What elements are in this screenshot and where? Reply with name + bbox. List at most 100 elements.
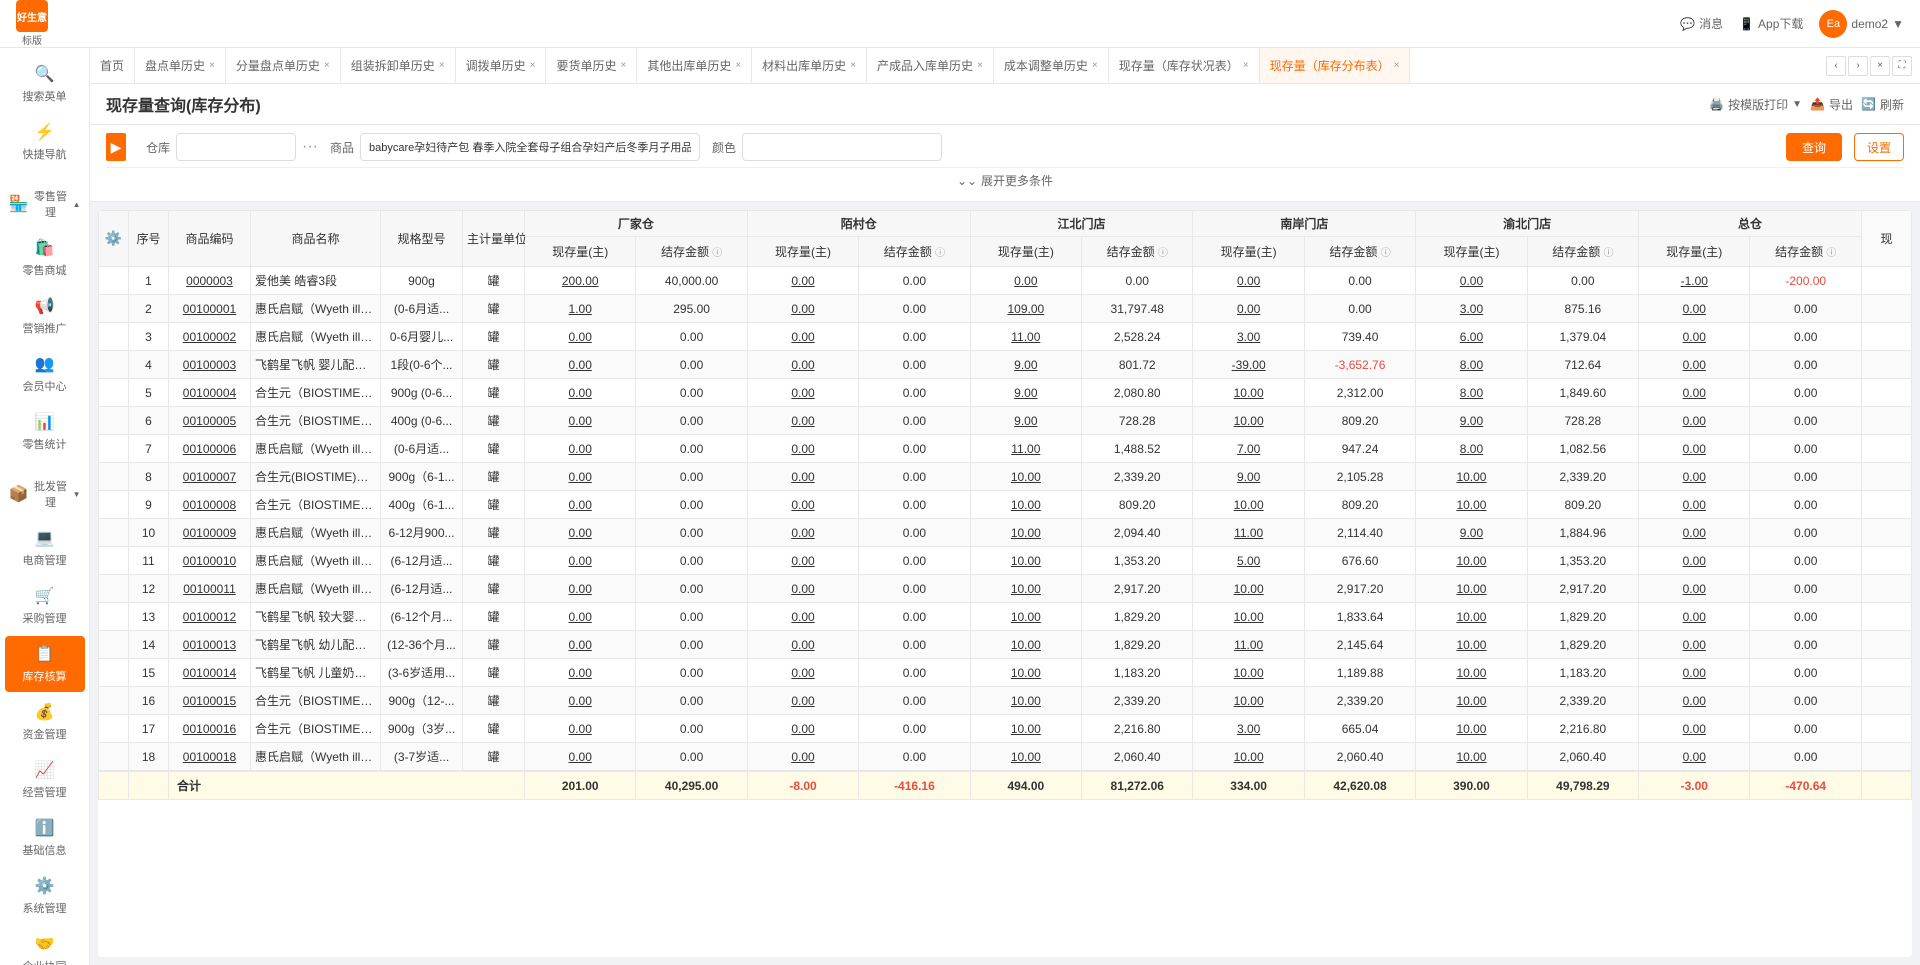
factory-amt-info[interactable]: ⓘ bbox=[712, 248, 722, 259]
tab-product-in[interactable]: 产成品入库单历史 × bbox=[867, 48, 994, 84]
expand-collapse-btn[interactable]: ▶ bbox=[106, 133, 126, 161]
refresh-btn[interactable]: 🔄 刷新 bbox=[1861, 96, 1904, 113]
code-link[interactable]: 00100012 bbox=[183, 610, 236, 624]
close-tab-stock-dist[interactable]: × bbox=[1394, 60, 1400, 71]
code-link[interactable]: 00100014 bbox=[183, 666, 236, 680]
code-link[interactable]: 00100018 bbox=[183, 750, 236, 764]
settings-button[interactable]: 设置 bbox=[1854, 133, 1904, 161]
tab-portion-count[interactable]: 分量盘点单历史 × bbox=[226, 48, 341, 84]
close-tab-cost-adjust[interactable]: × bbox=[1092, 60, 1098, 71]
tab-assembly[interactable]: 组装拆卸单历史 × bbox=[341, 48, 456, 84]
code-link[interactable]: 00100003 bbox=[183, 358, 236, 372]
code-link[interactable]: 00100016 bbox=[183, 722, 236, 736]
row-yubei-amt: 728.28 bbox=[1527, 407, 1638, 435]
row-gear bbox=[99, 687, 129, 715]
tab-prev-btn[interactable]: ‹ bbox=[1826, 56, 1846, 76]
sidebar-item-retail-stat[interactable]: 📊 零售统计 bbox=[5, 404, 85, 460]
row-jiangbei-amt: 1,829.20 bbox=[1082, 603, 1193, 631]
code-link[interactable]: 00100001 bbox=[183, 302, 236, 316]
row-name: 合生元（BIOSTIME）... bbox=[251, 379, 381, 407]
sidebar-item-retail-mall[interactable]: 🛍️ 零售商城 bbox=[5, 230, 85, 286]
tab-fullscreen-btn[interactable]: ⛶ bbox=[1892, 56, 1912, 76]
close-tab-inventory-count[interactable]: × bbox=[209, 60, 215, 71]
sidebar-item-basic[interactable]: ℹ️ 基础信息 bbox=[5, 810, 85, 866]
yubei-amt-info[interactable]: ⓘ bbox=[1604, 248, 1614, 259]
sidebar-item-marketing[interactable]: 📢 营销推广 bbox=[5, 288, 85, 344]
tab-order[interactable]: 要货单历史 × bbox=[546, 48, 637, 84]
tab-cost-adjust[interactable]: 成本调整单历史 × bbox=[994, 48, 1109, 84]
code-link[interactable]: 00100013 bbox=[183, 638, 236, 652]
row-name: 合生元（BIOSTIME）... bbox=[251, 491, 381, 519]
export-btn[interactable]: 📤 导出 bbox=[1810, 96, 1853, 113]
query-button[interactable]: 查询 bbox=[1786, 133, 1842, 161]
row-mocun-qty: 0.00 bbox=[747, 743, 858, 772]
code-link[interactable]: 00100010 bbox=[183, 554, 236, 568]
row-factory-qty: 0.00 bbox=[525, 547, 636, 575]
tab-close-all-btn[interactable]: × bbox=[1870, 56, 1890, 76]
row-factory-qty: 0.00 bbox=[525, 575, 636, 603]
row-jiangbei-qty: 10.00 bbox=[970, 631, 1081, 659]
sidebar-retail-mgmt-label: 零售管理 bbox=[30, 188, 70, 220]
row-code: 00100007 bbox=[169, 463, 251, 491]
sidebar-item-operation[interactable]: 📈 经营管理 bbox=[5, 752, 85, 808]
sidebar-item-collab[interactable]: 🤝 企业协同 bbox=[5, 926, 85, 965]
close-tab-portion-count[interactable]: × bbox=[324, 60, 330, 71]
close-tab-material-out[interactable]: × bbox=[850, 60, 856, 71]
tab-inventory-count[interactable]: 盘点单历史 × bbox=[135, 48, 226, 84]
code-link[interactable]: 00100011 bbox=[183, 582, 236, 596]
row-unit: 罐 bbox=[463, 407, 525, 435]
code-link[interactable]: 0000003 bbox=[186, 274, 233, 288]
warehouse-dots[interactable]: ··· bbox=[302, 138, 318, 156]
close-tab-assembly[interactable]: × bbox=[439, 60, 445, 71]
close-tab-order[interactable]: × bbox=[620, 60, 626, 71]
app-download-btn[interactable]: 📱 App下载 bbox=[1739, 15, 1803, 32]
sidebar-item-finance[interactable]: 💰 资金管理 bbox=[5, 694, 85, 750]
sidebar-item-nav[interactable]: ⚡ 快捷导航 bbox=[5, 114, 85, 170]
close-tab-stock-status[interactable]: × bbox=[1243, 60, 1249, 71]
code-link[interactable]: 00100002 bbox=[183, 330, 236, 344]
code-link[interactable]: 00100006 bbox=[183, 442, 236, 456]
sidebar-item-member[interactable]: 👥 会员中心 bbox=[5, 346, 85, 402]
jiangbei-amt-info[interactable]: ⓘ bbox=[1158, 248, 1168, 259]
sidebar-operation-label: 经营管理 bbox=[23, 784, 67, 800]
user-menu[interactable]: Ea demo2 ▼ bbox=[1819, 10, 1904, 38]
purchase-icon: 🛒 bbox=[35, 586, 55, 606]
tab-stock-dist[interactable]: 现存量（库存分布表） × bbox=[1260, 48, 1411, 84]
code-link[interactable]: 00100008 bbox=[183, 498, 236, 512]
row-mocun-amt: 0.00 bbox=[859, 659, 970, 687]
sidebar-item-purchase[interactable]: 🛒 采购管理 bbox=[5, 578, 85, 634]
sidebar-item-wholesale[interactable]: 📦 批发管理 ▼ bbox=[5, 470, 85, 518]
sidebar-item-ecom[interactable]: 💻 电商管理 bbox=[5, 520, 85, 576]
tab-other-out[interactable]: 其他出库单历史 × bbox=[637, 48, 752, 84]
warehouse-input[interactable] bbox=[176, 133, 296, 161]
message-btn[interactable]: 💬 消息 bbox=[1680, 15, 1723, 32]
code-link[interactable]: 00100007 bbox=[183, 470, 236, 484]
tab-home[interactable]: 首页 bbox=[90, 48, 135, 84]
product-input[interactable] bbox=[360, 133, 700, 161]
sidebar-item-search[interactable]: 🔍 搜索英单 bbox=[5, 56, 85, 112]
print-btn[interactable]: 🖨️ 按模版打印 ▼ bbox=[1709, 96, 1802, 113]
gear-icon[interactable]: ⚙️ bbox=[105, 230, 122, 246]
color-input[interactable] bbox=[742, 133, 942, 161]
code-link[interactable]: 00100004 bbox=[183, 386, 236, 400]
sidebar-item-retail-mgmt[interactable]: 🏪 零售管理 ▲ bbox=[5, 180, 85, 228]
tab-material-out[interactable]: 材料出库单历史 × bbox=[752, 48, 867, 84]
code-link[interactable]: 00100009 bbox=[183, 526, 236, 540]
tab-transfer[interactable]: 调拨单历史 × bbox=[456, 48, 547, 84]
tab-stock-status[interactable]: 现存量（库存状况表） × bbox=[1109, 48, 1260, 84]
close-tab-product-in[interactable]: × bbox=[977, 60, 983, 71]
nanan-amt-info[interactable]: ⓘ bbox=[1381, 248, 1391, 259]
mocun-amt-info[interactable]: ⓘ bbox=[935, 248, 945, 259]
code-link[interactable]: 00100015 bbox=[183, 694, 236, 708]
sidebar-item-stock[interactable]: 📋 库存核算 bbox=[5, 636, 85, 692]
total-amt-info[interactable]: ⓘ bbox=[1826, 248, 1836, 259]
close-tab-other-out[interactable]: × bbox=[735, 60, 741, 71]
total-total-qty: -3.00 bbox=[1639, 771, 1750, 800]
expand-conditions-btn[interactable]: ⌄⌄ 展开更多条件 bbox=[106, 167, 1904, 193]
sidebar-search-label: 搜索英单 bbox=[23, 88, 67, 104]
close-tab-transfer[interactable]: × bbox=[530, 60, 536, 71]
code-link[interactable]: 00100005 bbox=[183, 414, 236, 428]
tab-next-btn[interactable]: › bbox=[1848, 56, 1868, 76]
sidebar-item-system[interactable]: ⚙️ 系统管理 bbox=[5, 868, 85, 924]
table-row: 13 00100012 飞鹤星飞帆 较大婴儿配... (6-12个月... 罐 … bbox=[99, 603, 1912, 631]
